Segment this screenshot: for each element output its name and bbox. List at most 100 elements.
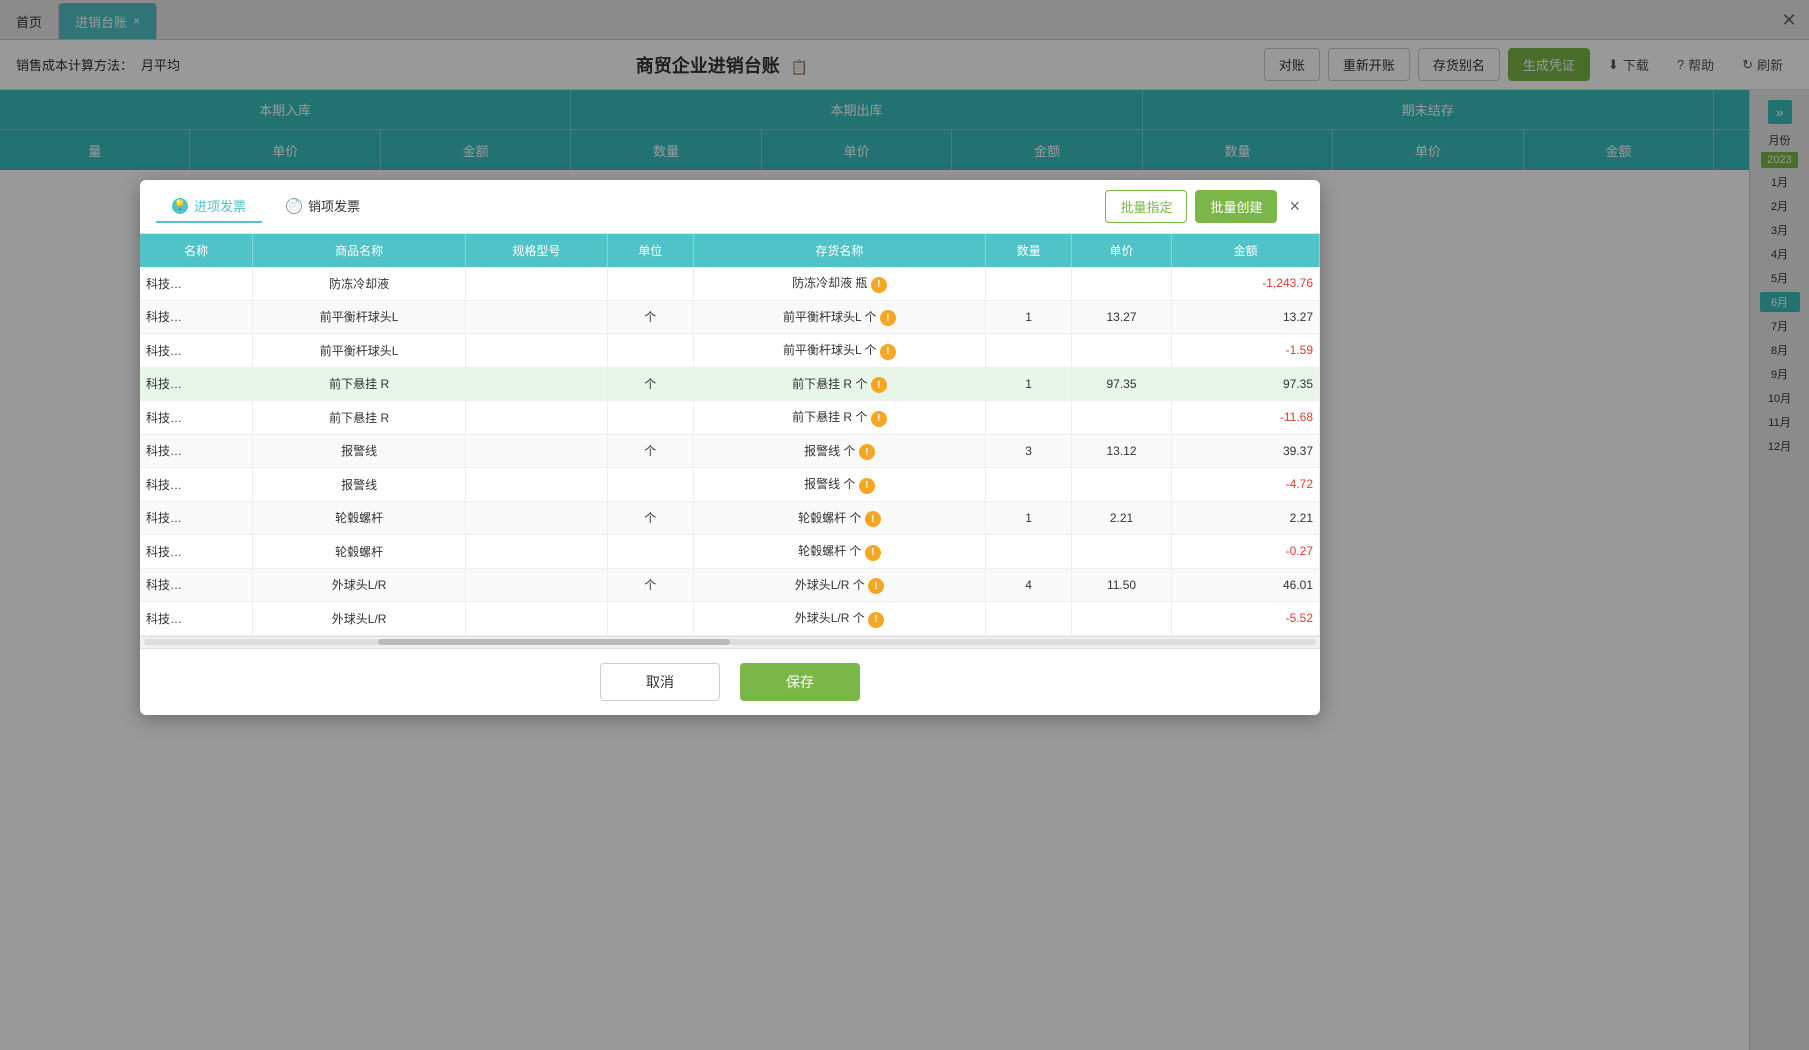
horizontal-scrollbar[interactable] [140, 636, 1320, 648]
cell-amount: 39.37 [1171, 434, 1319, 468]
cell-price: 13.12 [1072, 434, 1172, 468]
cell-company: 科技… [140, 401, 253, 435]
cell-amount: -5.52 [1171, 602, 1319, 636]
cell-spec [466, 300, 608, 334]
table-row[interactable]: 科技… 轮毂螺杆 轮毂螺杆 个 ! -0.27 [140, 535, 1320, 569]
cell-product-name: 防冻冷却液 [253, 267, 466, 300]
th-unit: 单位 [607, 234, 693, 267]
th-company: 名称 [140, 234, 253, 267]
cell-inventory: 外球头L/R 个 ! [693, 602, 985, 636]
save-button[interactable]: 保存 [740, 663, 860, 701]
table-row[interactable]: 科技… 报警线 报警线 个 ! -4.72 [140, 468, 1320, 502]
cell-amount: 2.21 [1171, 501, 1319, 535]
cell-unit [607, 401, 693, 435]
cell-unit: 个 [607, 501, 693, 535]
cell-company: 科技… [140, 602, 253, 636]
warning-icon[interactable]: ! [871, 377, 887, 393]
cell-inventory: 轮毂螺杆 个 ! [693, 501, 985, 535]
table-row[interactable]: 科技… 轮毂螺杆 个 轮毂螺杆 个 ! 1 2.21 2.21 [140, 501, 1320, 535]
th-inventory: 存货名称 [693, 234, 985, 267]
table-row[interactable]: 科技… 前平衡杆球头L 个 前平衡杆球头L 个 ! 1 13.27 13.27 [140, 300, 1320, 334]
dialog-footer: 取消 保存 [140, 648, 1320, 715]
warning-icon[interactable]: ! [871, 411, 887, 427]
table-row[interactable]: 科技… 报警线 个 报警线 个 ! 3 13.12 39.37 [140, 434, 1320, 468]
cell-product-name: 前下悬挂 R [253, 367, 466, 401]
cell-product-name: 前平衡杆球头L [253, 300, 466, 334]
warning-icon[interactable]: ! [859, 444, 875, 460]
cell-spec [466, 468, 608, 502]
tab-purchase-invoice[interactable]: 💡 进项发票 [156, 190, 262, 223]
cell-spec [466, 535, 608, 569]
cell-spec [466, 434, 608, 468]
cell-product-name: 轮毂螺杆 [253, 501, 466, 535]
cell-inventory: 防冻冷却液 瓶 ! [693, 267, 985, 300]
invoice-table: 名称 商品名称 规格型号 单位 存货名称 数量 单价 金额 科技… 防冻冷却液 … [140, 234, 1320, 636]
warning-icon[interactable]: ! [865, 511, 881, 527]
cell-price: 2.21 [1072, 501, 1172, 535]
scrollbar-thumb[interactable] [378, 639, 730, 645]
cell-product-name: 外球头L/R [253, 602, 466, 636]
dialog-header: 💡 进项发票 📄 销项发票 批量指定 批量创建 × [140, 180, 1320, 234]
table-row[interactable]: 科技… 外球头L/R 外球头L/R 个 ! -5.52 [140, 602, 1320, 636]
batch-create-button[interactable]: 批量创建 [1195, 190, 1277, 223]
cell-product-name: 报警线 [253, 468, 466, 502]
cell-inventory: 报警线 个 ! [693, 434, 985, 468]
cell-qty [986, 401, 1072, 435]
scrollbar-track [144, 639, 1316, 645]
cell-unit [607, 334, 693, 368]
cell-unit: 个 [607, 367, 693, 401]
cell-price [1072, 334, 1172, 368]
batch-assign-button[interactable]: 批量指定 [1105, 190, 1187, 223]
cell-amount: -1.59 [1171, 334, 1319, 368]
dialog-close-button[interactable]: × [1285, 196, 1304, 217]
cell-qty: 1 [986, 367, 1072, 401]
cell-price: 97.35 [1072, 367, 1172, 401]
cell-price [1072, 401, 1172, 435]
cell-amount: -11.68 [1171, 401, 1319, 435]
cell-company: 科技… [140, 535, 253, 569]
cell-company: 科技… [140, 300, 253, 334]
cell-unit [607, 535, 693, 569]
cell-amount: -0.27 [1171, 535, 1319, 569]
purchase-invoice-icon: 💡 [172, 198, 188, 214]
cell-product-name: 轮毂螺杆 [253, 535, 466, 569]
cell-spec [466, 334, 608, 368]
cell-unit: 个 [607, 300, 693, 334]
warning-icon[interactable]: ! [868, 612, 884, 628]
invoice-dialog: 💡 进项发票 📄 销项发票 批量指定 批量创建 × 名称 商品名称 规格型号 单… [140, 180, 1320, 715]
th-spec: 规格型号 [466, 234, 608, 267]
cell-price: 13.27 [1072, 300, 1172, 334]
table-row[interactable]: 科技… 防冻冷却液 防冻冷却液 瓶 ! -1,243.76 [140, 267, 1320, 300]
cell-spec [466, 367, 608, 401]
cell-inventory: 轮毂螺杆 个 ! [693, 535, 985, 569]
cell-company: 科技… [140, 367, 253, 401]
cell-product-name: 外球头L/R [253, 568, 466, 602]
warning-icon[interactable]: ! [880, 344, 896, 360]
cell-spec [466, 568, 608, 602]
cell-company: 科技… [140, 434, 253, 468]
warning-icon[interactable]: ! [868, 578, 884, 594]
th-price: 单价 [1072, 234, 1172, 267]
cell-price: 11.50 [1072, 568, 1172, 602]
cell-amount: -1,243.76 [1171, 267, 1319, 300]
table-row[interactable]: 科技… 前下悬挂 R 前下悬挂 R 个 ! -11.68 [140, 401, 1320, 435]
warning-icon[interactable]: ! [871, 277, 887, 293]
cell-amount: 46.01 [1171, 568, 1319, 602]
cell-qty [986, 468, 1072, 502]
cell-unit: 个 [607, 434, 693, 468]
table-row[interactable]: 科技… 前下悬挂 R 个 前下悬挂 R 个 ! 1 97.35 97.35 [140, 367, 1320, 401]
cancel-button[interactable]: 取消 [600, 663, 720, 701]
warning-icon[interactable]: ! [865, 545, 881, 561]
invoice-table-wrap[interactable]: 名称 商品名称 规格型号 单位 存货名称 数量 单价 金额 科技… 防冻冷却液 … [140, 234, 1320, 636]
cell-spec [466, 267, 608, 300]
warning-icon[interactable]: ! [859, 478, 875, 494]
cell-spec [466, 401, 608, 435]
tab-sales-invoice[interactable]: 📄 销项发票 [270, 190, 376, 223]
cell-unit [607, 468, 693, 502]
table-row[interactable]: 科技… 外球头L/R 个 外球头L/R 个 ! 4 11.50 46.01 [140, 568, 1320, 602]
cell-price [1072, 468, 1172, 502]
cell-unit: 个 [607, 568, 693, 602]
cell-price [1072, 535, 1172, 569]
table-row[interactable]: 科技… 前平衡杆球头L 前平衡杆球头L 个 ! -1.59 [140, 334, 1320, 368]
warning-icon[interactable]: ! [880, 310, 896, 326]
